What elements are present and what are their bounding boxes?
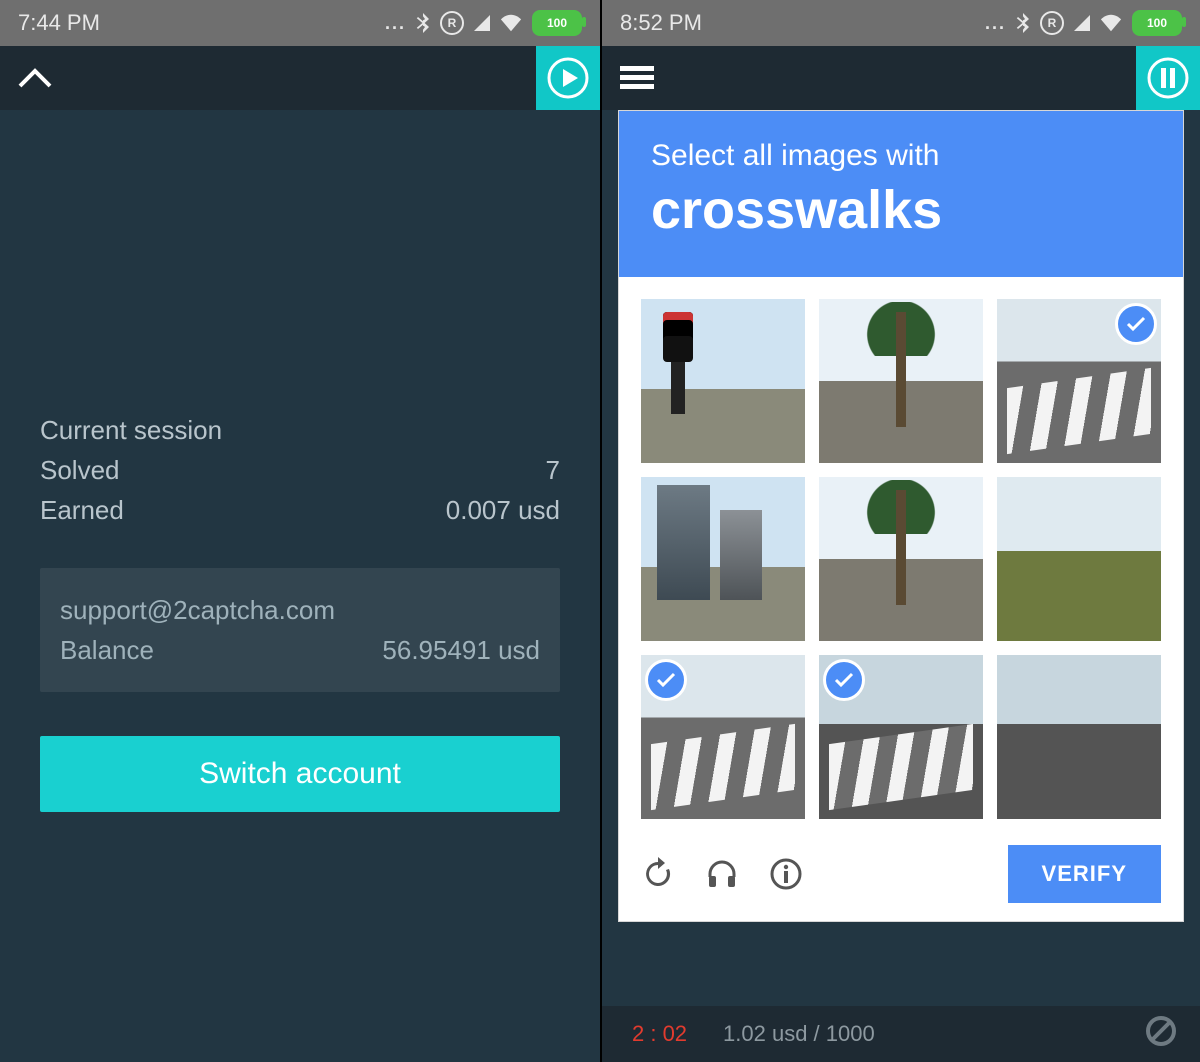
reload-button[interactable] xyxy=(641,857,675,891)
session-title: Current session xyxy=(40,410,222,450)
earned-value: 0.007 usd xyxy=(446,490,560,530)
app-bar xyxy=(602,46,1200,110)
captcha-tile[interactable] xyxy=(997,477,1161,641)
menu-button[interactable] xyxy=(602,46,672,110)
captcha-grid xyxy=(619,277,1183,837)
check-icon xyxy=(823,659,865,701)
solved-value: 7 xyxy=(546,450,560,490)
battery-icon: 100 xyxy=(1132,10,1182,36)
r-icon: R xyxy=(440,11,464,35)
headphones-icon xyxy=(705,857,739,891)
captcha-tile[interactable] xyxy=(997,655,1161,819)
captcha-tile[interactable] xyxy=(819,655,983,819)
captcha-tile[interactable] xyxy=(641,299,805,463)
play-button[interactable] xyxy=(536,46,600,110)
info-icon xyxy=(769,857,803,891)
audio-button[interactable] xyxy=(705,857,739,891)
timer: 2 : 02 xyxy=(632,1021,687,1047)
signal-icon xyxy=(474,15,490,31)
wifi-icon xyxy=(1100,14,1122,32)
captcha-card: Select all images with crosswalks xyxy=(618,110,1184,922)
status-bar: 8:52 PM ... R 100 xyxy=(602,0,1200,46)
pause-icon xyxy=(1146,56,1190,100)
wifi-icon xyxy=(500,14,522,32)
skip-button[interactable] xyxy=(1144,1014,1178,1054)
app-bar xyxy=(0,46,600,110)
signal-icon xyxy=(1074,15,1090,31)
captcha-prompt-line1: Select all images with xyxy=(651,139,1151,173)
bluetooth-icon xyxy=(1016,13,1030,33)
captcha-prompt-line2: crosswalks xyxy=(651,179,1151,241)
battery-icon: 100 xyxy=(532,10,582,36)
hamburger-icon xyxy=(620,66,654,90)
collapse-button[interactable] xyxy=(0,46,70,110)
status-time: 7:44 PM xyxy=(18,10,100,36)
check-icon xyxy=(645,659,687,701)
account-email: support@2captcha.com xyxy=(60,590,335,630)
captcha-tile[interactable] xyxy=(997,299,1161,463)
captcha-header: Select all images with crosswalks xyxy=(619,111,1183,277)
balance-label: Balance xyxy=(60,630,154,670)
captcha-tile[interactable] xyxy=(641,655,805,819)
captcha-tile[interactable] xyxy=(641,477,805,641)
bottom-bar: 2 : 02 1.02 usd / 1000 xyxy=(602,1006,1200,1062)
status-bar: 7:44 PM ... R 100 xyxy=(0,0,600,46)
switch-account-button[interactable]: Switch account xyxy=(40,736,560,812)
solved-label: Solved xyxy=(40,450,120,490)
account-card: support@2captcha.com Balance 56.95491 us… xyxy=(40,568,560,692)
more-icon: ... xyxy=(985,13,1006,34)
r-icon: R xyxy=(1040,11,1064,35)
pause-button[interactable] xyxy=(1136,46,1200,110)
info-button[interactable] xyxy=(769,857,803,891)
ban-icon xyxy=(1144,1014,1178,1048)
bluetooth-icon xyxy=(416,13,430,33)
balance-value: 56.95491 usd xyxy=(382,630,540,670)
status-time: 8:52 PM xyxy=(620,10,702,36)
rate-text: 1.02 usd / 1000 xyxy=(723,1021,875,1047)
play-icon xyxy=(546,56,590,100)
earned-label: Earned xyxy=(40,490,124,530)
reload-icon xyxy=(641,857,675,891)
captcha-tile[interactable] xyxy=(819,477,983,641)
check-icon xyxy=(1115,303,1157,345)
verify-button[interactable]: VERIFY xyxy=(1008,845,1161,903)
captcha-tile[interactable] xyxy=(819,299,983,463)
chevron-up-icon xyxy=(18,68,52,88)
more-icon: ... xyxy=(385,13,406,34)
